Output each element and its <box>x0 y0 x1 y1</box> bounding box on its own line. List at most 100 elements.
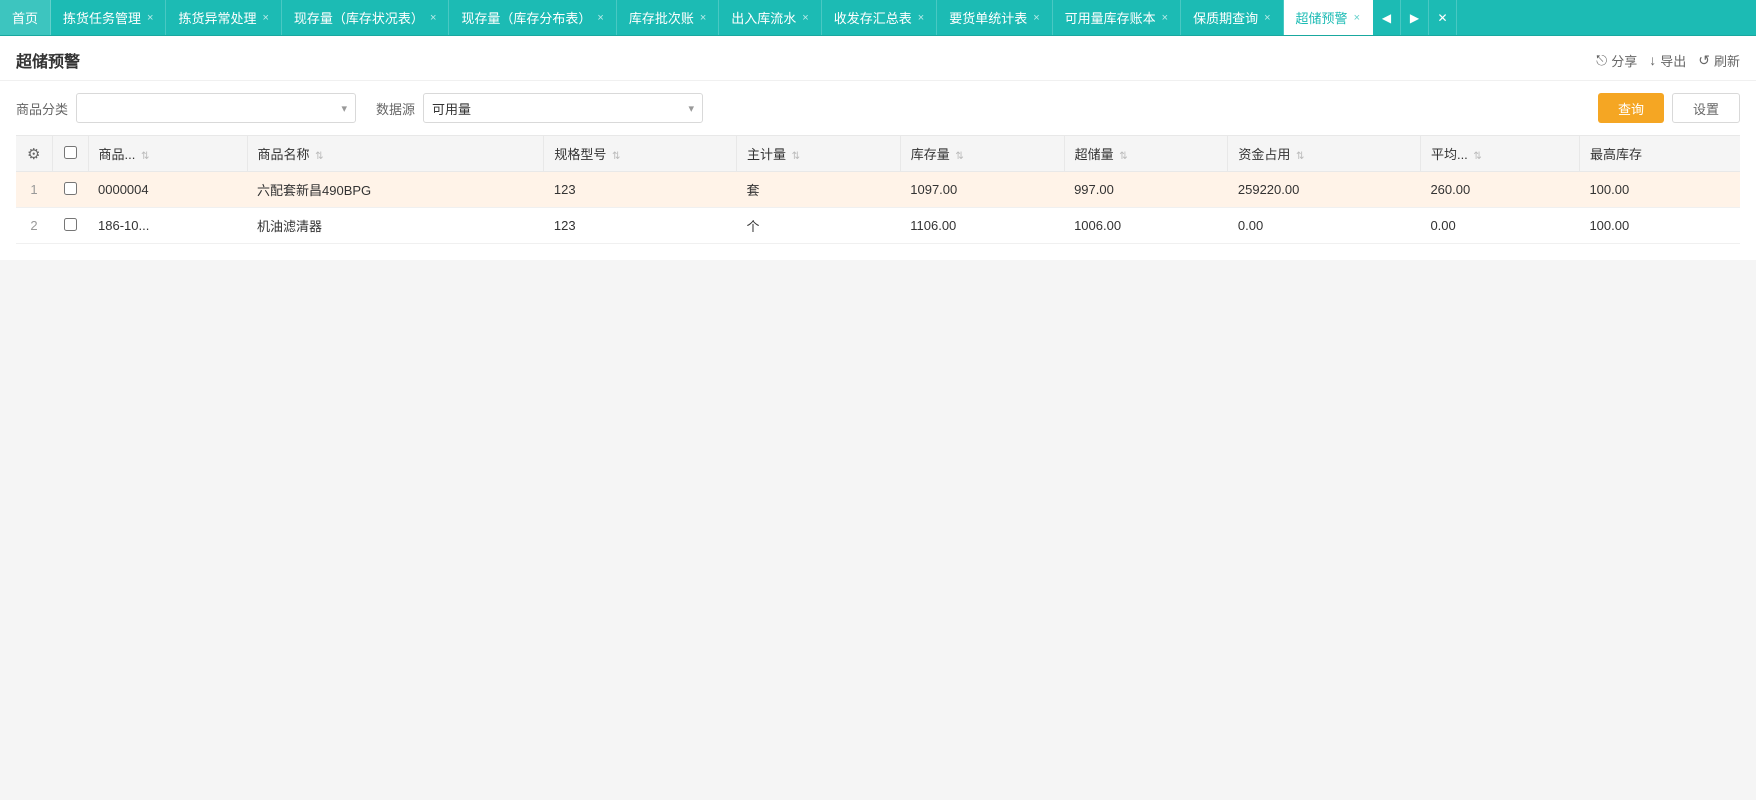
product-name-cell: 六配套新昌490BPG <box>247 172 544 208</box>
nav-item-avail-book[interactable]: 可用量库存账本 × <box>1053 0 1181 36</box>
query-button[interactable]: 查询 <box>1598 93 1664 123</box>
stock-header[interactable]: 库存量 ⇅ <box>900 136 1064 172</box>
nav-item-quality[interactable]: 保质期查询 × <box>1181 0 1283 36</box>
row-checkbox[interactable] <box>64 182 77 195</box>
main-content: 超储预警 ⎋ 分享 ↓ 导出 ↺ 刷新 商品分类 ▾ 数据源 <box>0 36 1756 260</box>
nav-label-collect: 收发存汇总表 <box>834 8 912 27</box>
share-icon: ⎋ <box>1596 52 1607 69</box>
category-filter: 商品分类 ▾ <box>16 93 356 123</box>
nav-item-task-mgmt[interactable]: 拣货任务管理 × <box>51 0 166 36</box>
nav-label-quality: 保质期查询 <box>1193 8 1258 27</box>
stock-cell: 1097.00 <box>900 172 1064 208</box>
nav-item-inout-flow[interactable]: 出入库流水 × <box>719 0 821 36</box>
export-label: 导出 <box>1660 51 1686 70</box>
avg-cell: 0.00 <box>1420 208 1579 244</box>
product-code-cell: 0000004 <box>88 172 247 208</box>
product-code-header[interactable]: 商品... ⇅ <box>88 136 247 172</box>
nav-item-abnormal[interactable]: 拣货异常处理 × <box>166 0 281 36</box>
unit-header[interactable]: 主计量 ⇅ <box>736 136 900 172</box>
nav-item-collect[interactable]: 收发存汇总表 × <box>822 0 937 36</box>
table-header-row: ⚙ 商品... ⇅ 商品名称 ⇅ 规格型号 ⇅ <box>16 136 1740 172</box>
row-index: 1 <box>16 172 52 208</box>
close-icon[interactable]: × <box>1162 12 1168 24</box>
nav-label-stock-status: 现存量（库存状况表） <box>294 8 424 27</box>
close-icon[interactable]: × <box>597 12 603 24</box>
page-title: 超储预警 <box>16 48 80 72</box>
gear-icon[interactable]: ⚙ <box>27 146 40 163</box>
close-icon[interactable]: × <box>1033 12 1039 24</box>
unit-cell: 套 <box>736 172 900 208</box>
close-icon[interactable]: × <box>430 12 436 24</box>
spec-cell: 123 <box>544 172 737 208</box>
row-index: 2 <box>16 208 52 244</box>
nav-label-avail-book: 可用量库存账本 <box>1065 8 1156 27</box>
share-button[interactable]: ⎋ 分享 <box>1596 51 1637 70</box>
category-filter-label: 商品分类 <box>16 99 68 118</box>
row-checkbox-cell <box>52 208 88 244</box>
nav-arrow-close[interactable]: ✕ <box>1429 0 1457 36</box>
nav-label-overstock: 超储预警 <box>1296 8 1348 27</box>
refresh-button[interactable]: ↺ 刷新 <box>1698 51 1740 70</box>
nav-item-stock-dist[interactable]: 现存量（库存分布表） × <box>449 0 616 36</box>
nav-label-batch: 库存批次账 <box>629 8 694 27</box>
spec-header[interactable]: 规格型号 ⇅ <box>544 136 737 172</box>
close-icon[interactable]: × <box>802 12 808 24</box>
nav-label-order-stat: 要货单统计表 <box>949 8 1027 27</box>
datasource-select-value: 可用量 <box>432 99 471 118</box>
header-actions: ⎋ 分享 ↓ 导出 ↺ 刷新 <box>1596 51 1740 70</box>
stock-cell: 1106.00 <box>900 208 1064 244</box>
overstock-header[interactable]: 超储量 ⇅ <box>1064 136 1228 172</box>
settings-column-header: ⚙ <box>16 136 52 172</box>
sort-icon: ⇅ <box>1473 151 1481 162</box>
avg-cell: 260.00 <box>1420 172 1579 208</box>
refresh-icon: ↺ <box>1698 52 1710 69</box>
sort-icon: ⇅ <box>955 151 963 162</box>
unit-cell: 个 <box>736 208 900 244</box>
sort-icon: ⇅ <box>1296 151 1304 162</box>
close-icon[interactable]: × <box>1264 12 1270 24</box>
table-row: 1 0000004 六配套新昌490BPG 123 套 1097.00 997.… <box>16 172 1740 208</box>
refresh-label: 刷新 <box>1714 51 1740 70</box>
export-button[interactable]: ↓ 导出 <box>1649 51 1686 70</box>
settings-button[interactable]: 设置 <box>1672 93 1740 123</box>
close-icon[interactable]: × <box>262 12 268 24</box>
nav-item-home[interactable]: 首页 <box>0 0 51 36</box>
avg-header[interactable]: 平均... ⇅ <box>1420 136 1579 172</box>
top-navigation: 首页 拣货任务管理 × 拣货异常处理 × 现存量（库存状况表） × 现存量（库存… <box>0 0 1756 36</box>
capital-cell: 259220.00 <box>1228 172 1421 208</box>
max-stock-cell: 100.00 <box>1579 208 1740 244</box>
nav-item-order-stat[interactable]: 要货单统计表 × <box>937 0 1052 36</box>
select-all-checkbox[interactable] <box>64 146 77 159</box>
nav-item-stock-status[interactable]: 现存量（库存状况表） × <box>282 0 449 36</box>
datasource-select[interactable]: 可用量 ▾ <box>423 93 703 123</box>
close-icon[interactable]: × <box>147 12 153 24</box>
datasource-filter-label: 数据源 <box>376 99 415 118</box>
product-code-cell: 186-10... <box>88 208 247 244</box>
max-stock-cell: 100.00 <box>1579 172 1740 208</box>
sort-icon: ⇅ <box>1119 151 1127 162</box>
sort-icon: ⇅ <box>792 151 800 162</box>
nav-arrow-right[interactable]: ▶ <box>1401 0 1429 36</box>
table-row: 2 186-10... 机油滤清器 123 个 1106.00 1006.00 … <box>16 208 1740 244</box>
row-checkbox[interactable] <box>64 218 77 231</box>
capital-header[interactable]: 资金占用 ⇅ <box>1228 136 1421 172</box>
data-table: ⚙ 商品... ⇅ 商品名称 ⇅ 规格型号 ⇅ <box>16 135 1740 244</box>
table-container: ⚙ 商品... ⇅ 商品名称 ⇅ 规格型号 ⇅ <box>0 135 1756 260</box>
spec-cell: 123 <box>544 208 737 244</box>
product-name-header[interactable]: 商品名称 ⇅ <box>247 136 544 172</box>
nav-item-overstock[interactable]: 超储预警 × <box>1284 0 1373 36</box>
nav-label-abnormal: 拣货异常处理 <box>178 8 256 27</box>
datasource-filter: 数据源 可用量 ▾ <box>376 93 703 123</box>
nav-arrow-left[interactable]: ◀ <box>1373 0 1401 36</box>
overstock-cell: 1006.00 <box>1064 208 1228 244</box>
nav-item-batch[interactable]: 库存批次账 × <box>617 0 719 36</box>
close-icon[interactable]: × <box>1354 12 1360 24</box>
close-icon[interactable]: × <box>918 12 924 24</box>
nav-label-home: 首页 <box>12 8 38 27</box>
share-label: 分享 <box>1611 51 1637 70</box>
close-icon[interactable]: × <box>700 12 706 24</box>
capital-cell: 0.00 <box>1228 208 1421 244</box>
category-select[interactable]: ▾ <box>76 93 356 123</box>
chevron-down-icon: ▾ <box>689 102 695 115</box>
max-stock-header: 最高库存 <box>1579 136 1740 172</box>
